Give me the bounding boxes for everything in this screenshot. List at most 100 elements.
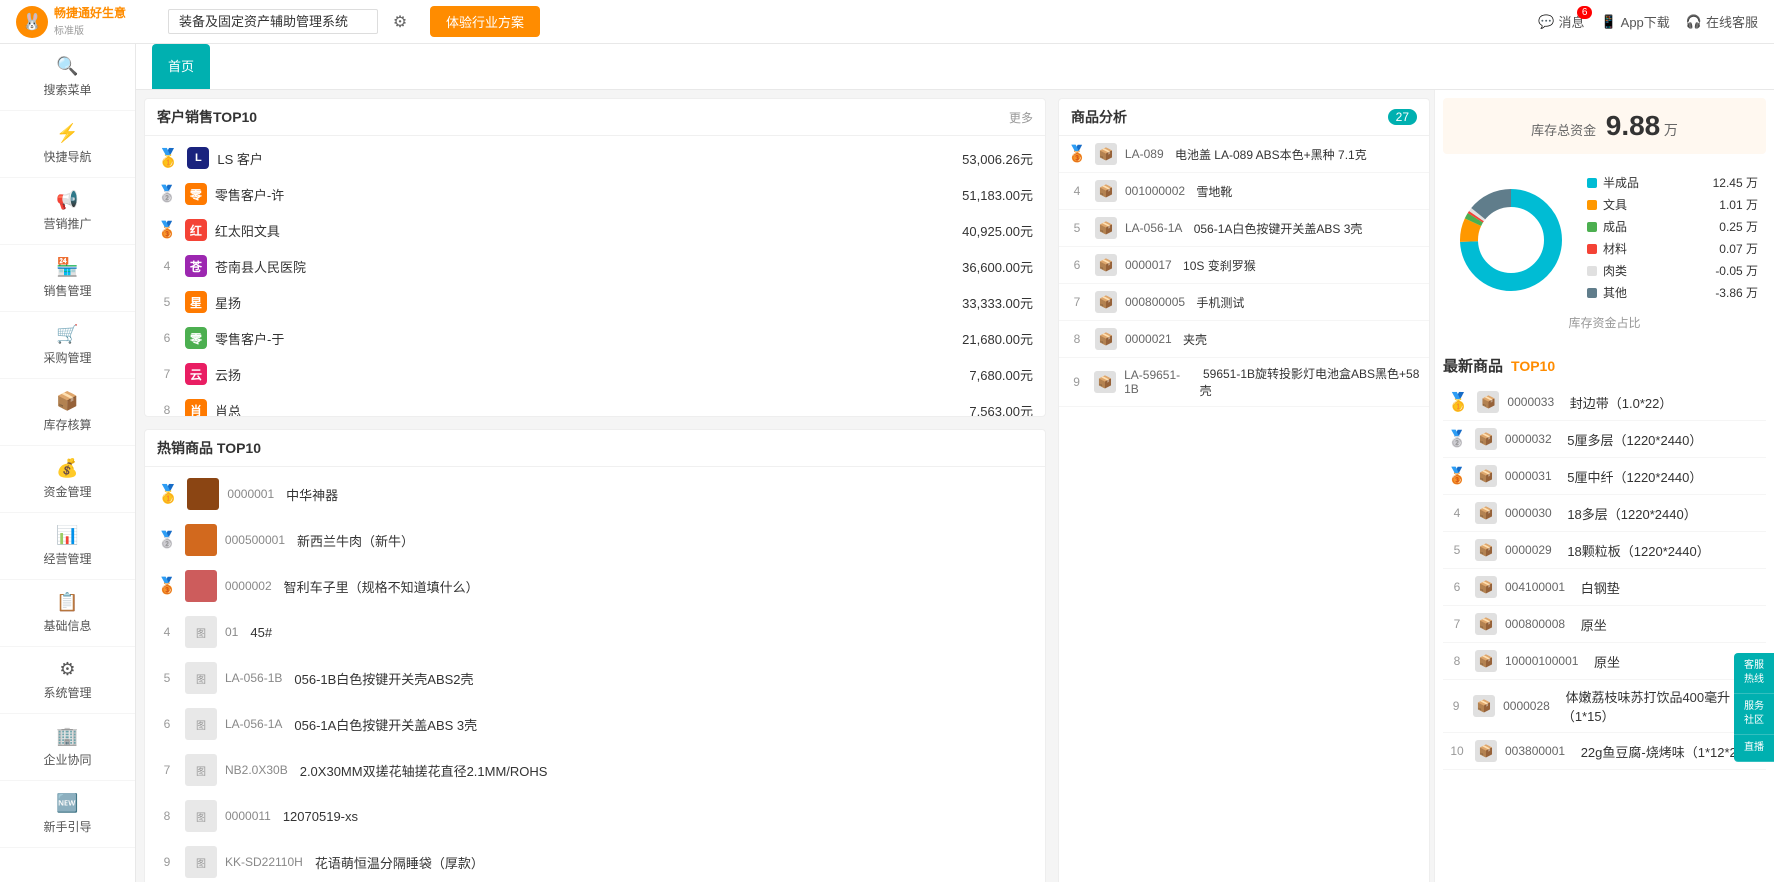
sidebar-item-purchase[interactable]: 🛒 采购管理 — [0, 312, 135, 379]
rank-name: 云扬 — [215, 365, 961, 384]
hot-product-item: 8 图 0000011 12070519-xs — [145, 793, 1045, 839]
gear-button[interactable]: ⚙ — [386, 8, 414, 36]
rank-number: 8 — [1067, 332, 1087, 346]
col-right: 库存总资金 9.88 万 — [1434, 90, 1774, 882]
app-download-item[interactable]: 📱 App下载 — [1600, 12, 1669, 31]
newest-item: 🥉 📦 0000031 5厘中纤（1220*2440） — [1443, 458, 1766, 495]
sidebar-label-guide: 新手引导 — [43, 818, 91, 835]
float-community[interactable]: 服务社区 — [1734, 694, 1774, 735]
hot-product-item: 🥉 0000002 智利车子里（规格不知道填什么） — [145, 563, 1045, 609]
system-select-area: 装备及固定资产辅助管理系统 ⚙ 体验行业方案 — [168, 6, 540, 37]
middle-product-list: 🥉 📦 LA-089 电池盖 LA-089 ABS本色+黑种 7.1克 4 📦 … — [1059, 136, 1429, 407]
hot-product-item: 5 图 LA-056-1B 056-1B白色按键开关壳ABS2壳 — [145, 655, 1045, 701]
inventory-icon: 📦 — [56, 391, 78, 412]
rank-value: 40,925.00元 — [962, 221, 1033, 240]
product-image-placeholder: 图 — [185, 846, 217, 878]
product-name: 中华神器 — [286, 485, 338, 504]
rank-name: 零售客户-于 — [215, 329, 954, 348]
sidebar-item-search[interactable]: 🔍 搜索菜单 — [0, 44, 135, 111]
rank-item: 7 云 云扬 7,680.00元 — [145, 356, 1045, 392]
sidebar-item-sales[interactable]: 🏪 销售管理 — [0, 245, 135, 312]
mid-product-icon: 📦 — [1095, 254, 1117, 276]
product-code: LA-089 — [1125, 147, 1164, 161]
newest-item: 7 📦 000800008 原坐 — [1443, 606, 1766, 643]
middle-count: 27 — [1388, 109, 1417, 125]
product-code: LA-056-1B — [225, 671, 282, 685]
medal-bronze-icon: 🥉 — [1447, 466, 1467, 486]
rank-badge: 苍 — [185, 255, 207, 277]
finance-icon: 💰 — [56, 458, 78, 479]
rank-number: 7 — [157, 763, 177, 777]
message-item[interactable]: 💬 消息 6 — [1538, 12, 1584, 31]
sidebar-item-guide[interactable]: 🆕 新手引导 — [0, 781, 135, 848]
sidebar-label-quicknav: 快捷导航 — [43, 148, 91, 165]
top-bar: 🐰 畅捷通好生意 标准版 装备及固定资产辅助管理系统 ⚙ 体验行业方案 💬 消息… — [0, 0, 1774, 44]
rank-number: 4 — [1447, 506, 1467, 520]
rank-name: 零售客户-许 — [215, 185, 954, 204]
middle-title: 商品分析 — [1071, 107, 1127, 127]
try-button[interactable]: 体验行业方案 — [430, 6, 540, 37]
chart-label: 库存资金占比 — [1443, 314, 1766, 339]
sidebar-item-finance[interactable]: 💰 资金管理 — [0, 446, 135, 513]
newest-item: 10 📦 003800001 22g鱼豆腐-烧烤味（1*12*20） — [1443, 733, 1766, 770]
sidebar-label-finance: 资金管理 — [43, 483, 91, 500]
product-image — [185, 570, 217, 602]
product-name: 18多层（1220*2440） — [1564, 504, 1697, 523]
product-code: LA-056-1A — [1125, 221, 1182, 235]
product-code: 0000029 — [1505, 543, 1552, 557]
sidebar-item-operations[interactable]: 📊 经营管理 — [0, 513, 135, 580]
newest-item: 9 📦 0000028 体嫩荔枝味苏打饮品400毫升（1*15） — [1443, 680, 1766, 733]
tab-home[interactable]: 首页 — [152, 44, 210, 89]
medal-silver-icon: 🥈 — [1447, 429, 1467, 449]
medal-gold-icon: 🥇 — [157, 148, 179, 169]
medal-gold-icon: 🥇 — [1447, 392, 1469, 413]
product-code: 0000011 — [225, 809, 271, 823]
product-name: 2.0X30MM双搓花轴搓花直径2.1MM/ROHS — [300, 761, 548, 780]
mid-product-icon: 📦 — [1095, 328, 1117, 350]
rank-name: 肖总 — [215, 401, 961, 417]
float-customer-service[interactable]: 客服热线 — [1734, 653, 1774, 694]
inventory-total-unit: 万 — [1664, 122, 1678, 138]
rank-badge: 云 — [185, 363, 207, 385]
newest-title: 最新商品 — [1443, 355, 1503, 376]
hot-products-header: 热销商品 TOP10 — [145, 430, 1045, 467]
sidebar: 🔍 搜索菜单 ⚡ 快捷导航 📢 营销推广 🏪 销售管理 🛒 采购管理 📦 库存核… — [0, 44, 136, 882]
legend-item: 肉类 -0.05 万 — [1587, 262, 1758, 279]
system-select[interactable]: 装备及固定资产辅助管理系统 — [168, 9, 378, 34]
rank-badge: 星 — [185, 291, 207, 313]
rank-number: 10 — [1447, 744, 1467, 758]
newest-product-icon: 📦 — [1475, 613, 1497, 635]
legend-value: -3.86 万 — [1715, 284, 1758, 301]
sidebar-item-quicknav[interactable]: ⚡ 快捷导航 — [0, 111, 135, 178]
newest-product-icon: 📦 — [1475, 539, 1497, 561]
newest-list: 🥇 📦 0000033 封边带（1.0*22） 🥈 📦 0000032 5厘多层… — [1443, 384, 1766, 770]
product-code: 10000100001 — [1505, 654, 1578, 668]
rank-item: 8 肖 肖总 7,563.00元 — [145, 392, 1045, 416]
hot-products-list: 🥇 0000001 中华神器 🥈 000500001 新西兰牛肉（新牛） 🥉 0… — [145, 467, 1045, 882]
sidebar-item-inventory[interactable]: 📦 库存核算 — [0, 379, 135, 446]
float-live[interactable]: 直播 — [1734, 735, 1774, 762]
message-icon: 💬 — [1538, 14, 1554, 30]
rank-number: 7 — [1067, 295, 1087, 309]
legend-value: 0.07 万 — [1719, 240, 1758, 257]
newest-item: 🥇 📦 0000033 封边带（1.0*22） — [1443, 384, 1766, 421]
legend-item: 半成品 12.45 万 — [1587, 174, 1758, 191]
chart-area: 半成品 12.45 万 文具 1.01 万 成品 0.25 万 材料 0.07 … — [1443, 166, 1766, 314]
newest-item: 6 📦 004100001 白钢垫 — [1443, 569, 1766, 606]
mid-product-icon: 📦 — [1094, 371, 1116, 393]
rank-number: 9 — [1067, 375, 1086, 389]
customer-rank-more[interactable]: 更多 — [1009, 109, 1033, 126]
newest-product-icon: 📦 — [1475, 465, 1497, 487]
sidebar-item-baseinfo[interactable]: 📋 基础信息 — [0, 580, 135, 647]
online-service-label: 在线客服 — [1706, 12, 1758, 31]
product-name: 雪地靴 — [1193, 183, 1232, 200]
sidebar-item-system[interactable]: ⚙ 系统管理 — [0, 647, 135, 714]
hot-product-item: 🥈 000500001 新西兰牛肉（新牛） — [145, 517, 1045, 563]
rank-value: 7,680.00元 — [969, 365, 1033, 384]
sidebar-item-marketing[interactable]: 📢 营销推广 — [0, 178, 135, 245]
sidebar-item-enterprise[interactable]: 🏢 企业协同 — [0, 714, 135, 781]
sidebar-label-inventory: 库存核算 — [43, 416, 91, 433]
product-name: 原坐 — [1577, 615, 1607, 634]
product-code: 003800001 — [1505, 744, 1565, 758]
online-service-item[interactable]: 🎧 在线客服 — [1686, 12, 1758, 31]
